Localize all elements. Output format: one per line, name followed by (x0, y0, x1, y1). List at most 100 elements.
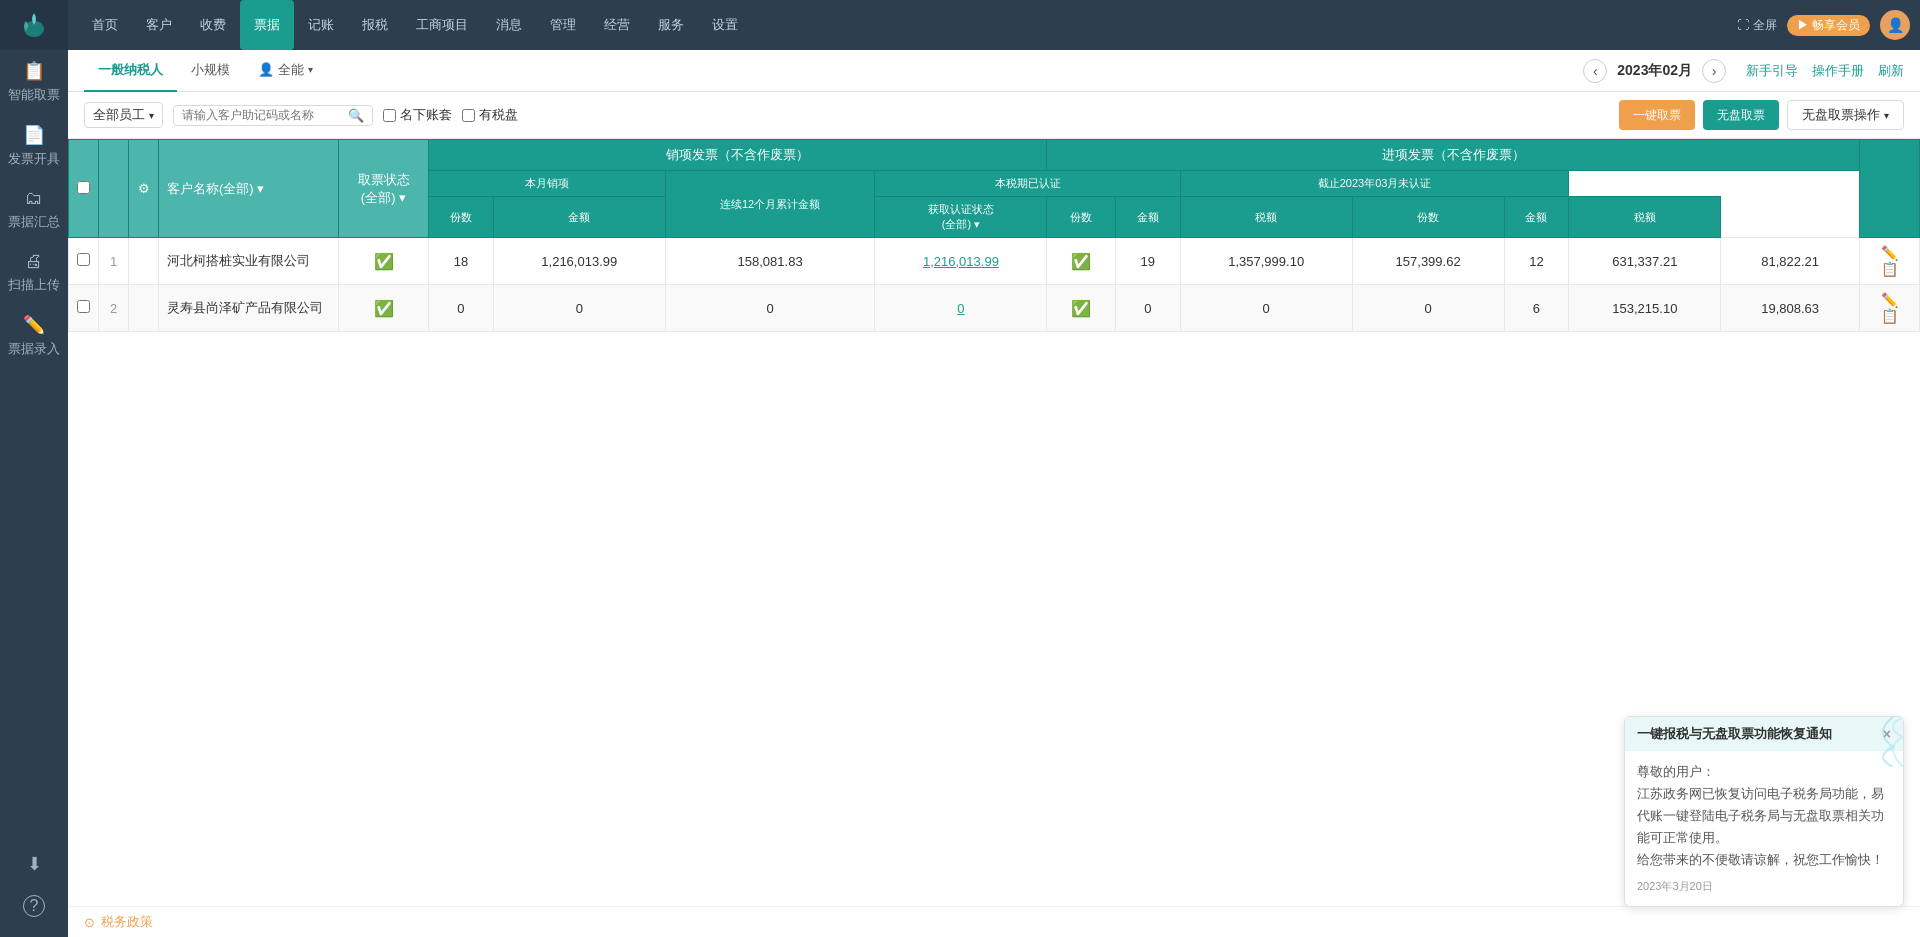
sidebar-item-scan-upload[interactable]: 🖨 扫描上传 (0, 241, 68, 304)
th-this-month-sales: 本月销项 (429, 171, 666, 197)
fetch-status-icon: ✅ (374, 300, 394, 317)
filter-dropdown-icon: ▾ (149, 110, 154, 121)
row-fetch-status: ✅ (339, 285, 429, 332)
invoice-summary-icon: 🗂 (25, 188, 43, 209)
row-client-name: 灵寿县尚泽矿产品有限公司 (159, 285, 339, 332)
top-navigation: 首页 客户 收费 票据 记账 报税 工商项目 消息 管理 经营 服务 设置 ⛶ … (68, 0, 1920, 50)
tab-right-actions: 新手引导 操作手册 刷新 (1746, 62, 1904, 80)
nav-tax[interactable]: 报税 (348, 0, 402, 50)
row-sales-tax: 0 (665, 285, 875, 332)
row-settings (129, 238, 159, 285)
fullscreen-btn[interactable]: ⛶ 全屏 (1737, 17, 1776, 34)
row-purchase-tax: 0 (1352, 285, 1504, 332)
prev-month-btn[interactable]: ‹ (1583, 59, 1607, 83)
employee-filter[interactable]: 全部员工 ▾ (84, 102, 163, 128)
no-disk-op-btn[interactable]: 无盘取票操作 ▾ (1787, 100, 1904, 130)
vip-btn[interactable]: ▶ 畅享会员 (1787, 15, 1870, 36)
row-checkbox[interactable] (69, 285, 99, 332)
sidebar-item-download[interactable]: ⬇ (0, 843, 68, 885)
manual-btn[interactable]: 操作手册 (1812, 62, 1864, 80)
search-icon[interactable]: 🔍 (348, 108, 364, 123)
logo (0, 0, 68, 50)
row-confirm-status: ✅ (1047, 285, 1115, 332)
notify-body: 尊敬的用户：江苏政务网已恢复访问电子税务局功能，易代账一键登陆电子税务局与无盘取… (1625, 751, 1903, 906)
th-client-name[interactable]: 客户名称(全部) ▾ (159, 140, 339, 238)
fetch-status-icon: ✅ (374, 253, 394, 270)
search-wrap: 🔍 (173, 105, 373, 126)
nav-message[interactable]: 消息 (482, 0, 536, 50)
month-navigator: ‹ 2023年02月 › (1583, 59, 1726, 83)
th-fetch-status[interactable]: 取票状态(全部) ▾ (339, 140, 429, 238)
view-icon[interactable]: 📋 (1881, 308, 1898, 324)
scan-upload-icon: 🖨 (25, 251, 43, 272)
row-unconfirm-count: 6 (1504, 285, 1569, 332)
nav-collection[interactable]: 收费 (186, 0, 240, 50)
download-icon: ⬇ (27, 853, 42, 875)
toolbar-buttons: 一键取票 无盘取票 无盘取票操作 ▾ (1619, 100, 1904, 130)
sidebar-item-invoice-summary[interactable]: 🗂 票据汇总 (0, 178, 68, 241)
nav-settings[interactable]: 设置 (698, 0, 752, 50)
th-sales-count: 份数 (429, 197, 494, 238)
data-entry-icon: ✏️ (23, 314, 45, 336)
select-all-checkbox[interactable] (77, 181, 90, 194)
smart-fetch-icon: 📋 (23, 60, 45, 82)
toolbar: 全部员工 ▾ 🔍 名下账套 有税盘 一键取票 无盘取票 无盘取票操作 ▾ (68, 92, 1920, 139)
sidebar-item-smart-fetch[interactable]: 📋 智能取票 (0, 50, 68, 114)
row-purchase-amount: 0 (1180, 285, 1352, 332)
nav-service[interactable]: 服务 (644, 0, 698, 50)
confirm-status-icon: ✅ (1071, 253, 1091, 270)
nav-bookkeeping[interactable]: 记账 (294, 0, 348, 50)
row-unconfirm-tax: 81,822.21 (1721, 238, 1860, 285)
row-settings (129, 285, 159, 332)
row-purchase-count: 0 (1115, 285, 1180, 332)
user-avatar[interactable]: 👤 (1880, 10, 1910, 40)
tax-policy-bar[interactable]: ⊙ 税务政策 (68, 906, 1920, 937)
sidebar-item-data-entry[interactable]: ✏️ 票据录入 (0, 304, 68, 368)
row-unconfirm-count: 12 (1504, 238, 1569, 285)
nav-operation[interactable]: 经营 (590, 0, 644, 50)
nav-client[interactable]: 客户 (132, 0, 186, 50)
tab-general[interactable]: 一般纳税人 (84, 50, 177, 92)
row-no: 2 (99, 285, 129, 332)
edit-icon[interactable]: ✏️ (1881, 292, 1898, 308)
row-fetch-status: ✅ (339, 238, 429, 285)
th-purchase-group: 进项发票（不含作废票） (1047, 140, 1860, 171)
confirm-status-icon: ✅ (1071, 300, 1091, 317)
sidebar-item-help[interactable]: ? (0, 885, 68, 927)
row-confirm-status: ✅ (1047, 238, 1115, 285)
notify-close-btn[interactable]: × (1883, 726, 1891, 742)
sidebar: 📋 智能取票 📄 发票开具 🗂 票据汇总 🖨 扫描上传 ✏️ 票据录入 ⬇ ? (0, 0, 68, 937)
refresh-btn[interactable]: 刷新 (1878, 62, 1904, 80)
th-cumulative: 连续12个月累计金额 (665, 171, 875, 238)
row-no: 1 (99, 238, 129, 285)
table-row: 2 灵寿县尚泽矿产品有限公司 ✅ 0 0 0 0 ✅ 0 0 0 6 153,2… (69, 285, 1920, 332)
view-icon[interactable]: 📋 (1881, 261, 1898, 277)
th-unconfirm-tax: 税额 (1569, 197, 1721, 238)
new-guide-btn[interactable]: 新手引导 (1746, 62, 1798, 80)
tab-all[interactable]: 👤 全能 ▾ (244, 50, 327, 92)
nav-invoice[interactable]: 票据 (240, 0, 294, 50)
th-purchase-tax: 税额 (1180, 197, 1352, 238)
sidebar-item-invoice-open[interactable]: 📄 发票开具 (0, 114, 68, 178)
nav-manage[interactable]: 管理 (536, 0, 590, 50)
sub-account-checkbox[interactable]: 名下账套 (383, 106, 452, 124)
next-month-btn[interactable]: › (1702, 59, 1726, 83)
th-confirm-status[interactable]: 获取认证状态(全部) ▾ (875, 197, 1047, 238)
invoice-table: ⚙ 客户名称(全部) ▾ 取票状态(全部) ▾ 销项发票（不含作废票） 进项发票… (68, 139, 1920, 332)
row-unconfirm-amount: 153,215.10 (1569, 285, 1721, 332)
row-purchase-count: 19 (1115, 238, 1180, 285)
tab-small[interactable]: 小规模 (177, 50, 244, 92)
row-purchase-amount: 1,357,999.10 (1180, 238, 1352, 285)
nav-business[interactable]: 工商项目 (402, 0, 482, 50)
no-disk-fetch-btn[interactable]: 无盘取票 (1703, 100, 1779, 130)
nav-home[interactable]: 首页 (78, 0, 132, 50)
one-key-fetch-btn[interactable]: 一键取票 (1619, 100, 1695, 130)
edit-icon[interactable]: ✏️ (1881, 245, 1898, 261)
row-cumulative[interactable]: 1,216,013.99 (875, 238, 1047, 285)
tax-disk-checkbox[interactable]: 有税盘 (462, 106, 518, 124)
row-checkbox[interactable] (69, 238, 99, 285)
th-purchase-count: 份数 (1047, 197, 1115, 238)
search-input[interactable] (182, 108, 342, 122)
tab-all-icon: 👤 (258, 62, 274, 77)
row-cumulative[interactable]: 0 (875, 285, 1047, 332)
